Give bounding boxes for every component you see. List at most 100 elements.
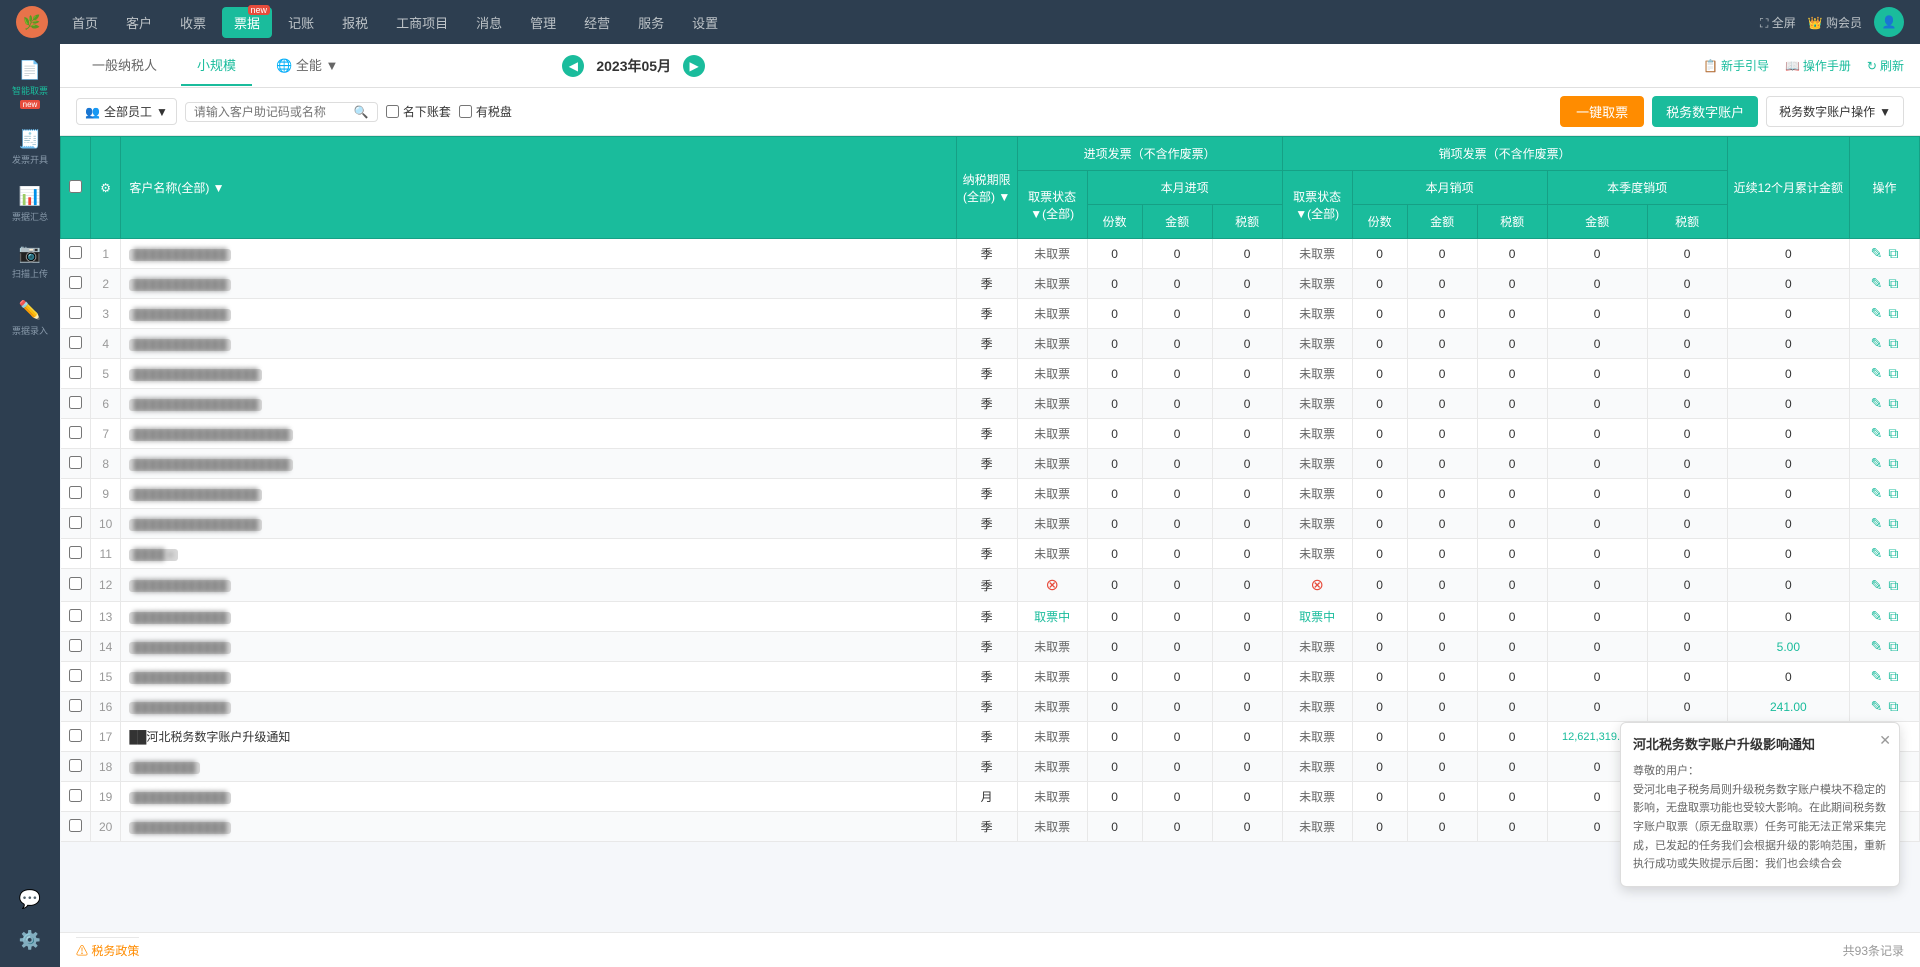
row-in-status[interactable]: 未取票 (1017, 509, 1087, 539)
nav-manage[interactable]: 管理 (518, 7, 568, 38)
edit-icon[interactable]: ✎ (1871, 638, 1883, 655)
row-checkbox[interactable] (61, 782, 91, 812)
row-out-status[interactable]: 未取票 (1282, 479, 1352, 509)
row-out-status[interactable]: 未取票 (1282, 782, 1352, 812)
nav-accounting[interactable]: 记账 (276, 7, 326, 38)
row-customer-name[interactable]: ████████████ (121, 812, 956, 842)
row-out-status[interactable]: 未取票 (1282, 692, 1352, 722)
fullscreen-btn[interactable]: ⛶ 全屏 (1760, 14, 1796, 31)
row-out-status[interactable]: 未取票 (1282, 359, 1352, 389)
row-in-status[interactable]: 未取票 (1017, 359, 1087, 389)
row-checkbox[interactable] (61, 239, 91, 269)
row-in-status[interactable]: 未取票 (1017, 419, 1087, 449)
row-select-checkbox[interactable] (69, 639, 82, 652)
copy-icon[interactable]: ⧉ (1888, 515, 1898, 532)
copy-icon[interactable]: ⧉ (1888, 245, 1898, 262)
row-customer-name[interactable]: ████████████████ (121, 479, 956, 509)
copy-icon[interactable]: ⧉ (1888, 425, 1898, 442)
row-checkbox[interactable] (61, 539, 91, 569)
row-checkbox[interactable] (61, 722, 91, 752)
row-select-checkbox[interactable] (69, 789, 82, 802)
row-out-status[interactable]: 未取票 (1282, 299, 1352, 329)
row-customer-name[interactable]: ████████████████ (121, 359, 956, 389)
row-customer-name[interactable]: ████████████ (121, 782, 956, 812)
row-select-checkbox[interactable] (69, 306, 82, 319)
row-out-status[interactable]: 未取票 (1282, 449, 1352, 479)
row-out-status[interactable]: 未取票 (1282, 632, 1352, 662)
tab-all[interactable]: 🌐 全能 ▼ (260, 45, 354, 86)
edit-icon[interactable]: ✎ (1871, 698, 1883, 715)
manual-link[interactable]: 📖 操作手册 (1785, 57, 1851, 74)
row-in-status[interactable]: 未取票 (1017, 479, 1087, 509)
copy-icon[interactable]: ⧉ (1888, 577, 1898, 594)
edit-icon[interactable]: ✎ (1871, 365, 1883, 382)
row-customer-name[interactable]: ██河北税务数字账户升级通知 (121, 722, 956, 752)
checkbox-tax-disk[interactable]: 有税盘 (459, 103, 512, 120)
copy-icon[interactable]: ⧉ (1888, 668, 1898, 685)
edit-icon[interactable]: ✎ (1871, 668, 1883, 685)
date-next-arrow[interactable]: ▶ (683, 55, 705, 77)
nav-business[interactable]: 工商项目 (384, 7, 460, 38)
row-select-checkbox[interactable] (69, 396, 82, 409)
row-select-checkbox[interactable] (69, 577, 82, 590)
edit-icon[interactable]: ✎ (1871, 305, 1883, 322)
notification-close-btn[interactable]: ✕ (1879, 729, 1891, 751)
row-in-status[interactable]: 未取票 (1017, 299, 1087, 329)
user-avatar[interactable]: 👤 (1874, 7, 1904, 37)
row-customer-name[interactable]: ████████████ (121, 692, 956, 722)
nav-operation[interactable]: 经营 (572, 7, 622, 38)
th-out-status[interactable]: 取票状态▼(全部) (1282, 171, 1352, 239)
edit-icon[interactable]: ✎ (1871, 425, 1883, 442)
row-select-checkbox[interactable] (69, 426, 82, 439)
row-out-status[interactable]: 未取票 (1282, 812, 1352, 842)
select-all-checkbox[interactable] (69, 180, 82, 193)
checkbox-sub-accounts[interactable]: 名下账套 (386, 103, 451, 120)
row-in-status[interactable]: 未取票 (1017, 329, 1087, 359)
row-in-status[interactable]: 未取票 (1017, 449, 1087, 479)
row-out-status[interactable]: 未取票 (1282, 722, 1352, 752)
row-out-status[interactable]: ⊗ (1282, 569, 1352, 602)
row-checkbox[interactable] (61, 662, 91, 692)
member-btn[interactable]: 👑 购会员 (1808, 14, 1862, 31)
copy-icon[interactable]: ⧉ (1888, 455, 1898, 472)
nav-home[interactable]: 首页 (60, 7, 110, 38)
edit-icon[interactable]: ✎ (1871, 608, 1883, 625)
row-checkbox[interactable] (61, 509, 91, 539)
row-select-checkbox[interactable] (69, 456, 82, 469)
row-customer-name[interactable]: ████ e (121, 539, 956, 569)
row-checkbox[interactable] (61, 752, 91, 782)
row-out-status[interactable]: 取票中 (1282, 602, 1352, 632)
sub-accounts-checkbox[interactable] (386, 105, 399, 118)
row-select-checkbox[interactable] (69, 336, 82, 349)
copy-icon[interactable]: ⧉ (1888, 335, 1898, 352)
edit-icon[interactable]: ✎ (1871, 485, 1883, 502)
row-select-checkbox[interactable] (69, 276, 82, 289)
copy-icon[interactable]: ⧉ (1888, 365, 1898, 382)
edit-icon[interactable]: ✎ (1871, 335, 1883, 352)
row-in-status[interactable]: 未取票 (1017, 812, 1087, 842)
row-in-status[interactable]: 未取票 (1017, 632, 1087, 662)
row-select-checkbox[interactable] (69, 819, 82, 832)
nav-tax[interactable]: 报税 (330, 7, 380, 38)
sidebar-item-ticket-entry[interactable]: ✏️ 票据录入 (2, 292, 58, 345)
tax-disk-checkbox[interactable] (459, 105, 472, 118)
copy-icon[interactable]: ⧉ (1888, 545, 1898, 562)
copy-icon[interactable]: ⧉ (1888, 275, 1898, 292)
row-in-status[interactable]: 取票中 (1017, 602, 1087, 632)
row-out-status[interactable]: 未取票 (1282, 269, 1352, 299)
row-checkbox[interactable] (61, 602, 91, 632)
row-out-status[interactable]: 未取票 (1282, 419, 1352, 449)
row-customer-name[interactable]: ████████████ (121, 329, 956, 359)
edit-icon[interactable]: ✎ (1871, 245, 1883, 262)
row-select-checkbox[interactable] (69, 699, 82, 712)
row-select-checkbox[interactable] (69, 246, 82, 259)
search-input[interactable] (194, 105, 354, 119)
row-customer-name[interactable]: ████████████ (121, 569, 956, 602)
row-in-status[interactable]: 未取票 (1017, 722, 1087, 752)
search-icon[interactable]: 🔍 (354, 105, 369, 119)
row-checkbox[interactable] (61, 359, 91, 389)
sidebar-item-ticket-summary[interactable]: 📊 票据汇总 (2, 178, 58, 231)
edit-icon[interactable]: ✎ (1871, 455, 1883, 472)
row-customer-name[interactable]: ████████████ (121, 632, 956, 662)
edit-icon[interactable]: ✎ (1871, 577, 1883, 594)
